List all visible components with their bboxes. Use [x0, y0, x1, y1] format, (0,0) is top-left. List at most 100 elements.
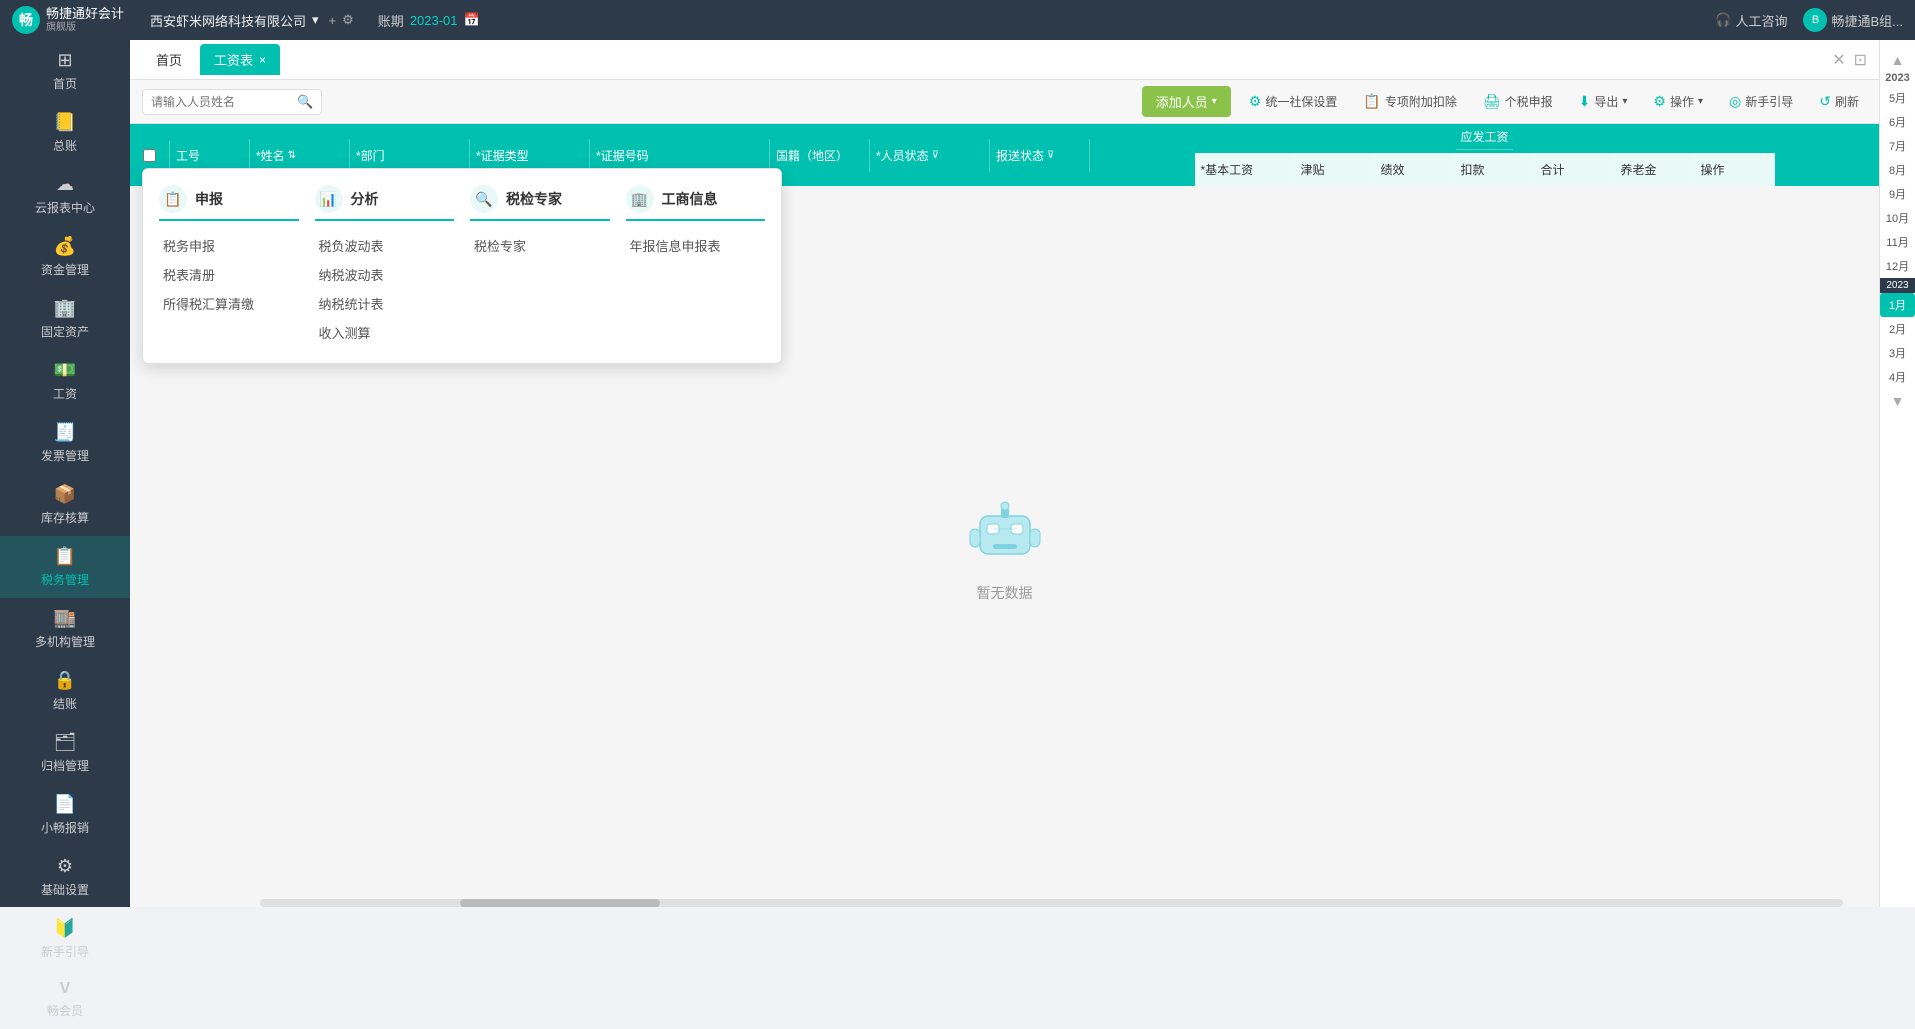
sidebar-item-multi[interactable]: 🏬 多机构管理 — [0, 598, 130, 660]
header-id: 工号 — [170, 139, 250, 172]
sub-header-op: 操作 — [1695, 153, 1775, 186]
sub-header-pension: 养老金 — [1615, 153, 1695, 186]
user-avatar[interactable]: B 畅捷通B组... — [1803, 8, 1903, 32]
panel-up-arrow[interactable]: ▲ — [1887, 48, 1909, 72]
sidebar-item-archive[interactable]: 🗂 归档管理 — [0, 722, 130, 784]
window-restore-btn[interactable]: ⊡ — [1854, 50, 1867, 70]
sidebar-item-fund[interactable]: 💰 资金管理 — [0, 226, 130, 288]
sidebar-item-guide[interactable]: 🔰 新手引导 — [0, 908, 130, 970]
search-box[interactable]: 🔍 — [142, 89, 322, 115]
menu-section-analysis: 📊 分析 税负波动表 纳税波动表 纳税统计表 收入测算 — [315, 185, 455, 347]
payroll-group-label: 应发工资 — [1456, 124, 1512, 150]
operation-icon: ⚙ — [1653, 93, 1666, 110]
sidebar-item-basic[interactable]: ⚙ 基础设置 — [0, 846, 130, 908]
right-panel: ▲ 2023 5月 6月 7月 8月 9月 10月 11月 12月 2023 1… — [1879, 40, 1915, 907]
headset-icon: 🎧 — [1715, 12, 1731, 28]
search-icon: 🔍 — [297, 94, 313, 110]
expert-icon: 🔍 — [470, 185, 498, 213]
empty-text: 暂无数据 — [977, 583, 1033, 603]
menu-item-income-calc2[interactable]: 收入测算 — [315, 318, 455, 347]
payroll-sub-headers: *基本工资 津贴 绩效 扣款 合计 养老金 操作 — [1195, 153, 1775, 186]
sort-icon[interactable]: ⇅ — [288, 150, 296, 161]
month-3[interactable]: 3月 — [1880, 341, 1915, 365]
month-7[interactable]: 7月 — [1880, 134, 1915, 158]
menu-item-tax-table[interactable]: 税表清册 — [159, 260, 299, 289]
header-idtype: *证据类型 — [470, 139, 590, 172]
select-all-checkbox[interactable] — [143, 149, 156, 162]
year-label: 2023 — [1885, 72, 1909, 84]
filter-icon[interactable]: ⊽ — [932, 150, 939, 161]
business-icon: 🏢 — [626, 185, 654, 213]
scrollbar-thumb[interactable] — [460, 899, 660, 907]
month-8[interactable]: 8月 — [1880, 158, 1915, 182]
menu-section-declaration-header: 📋 申报 — [159, 185, 299, 221]
sidebar-item-tax[interactable]: 📋 税务管理 — [0, 536, 130, 598]
menu-item-tax-expert[interactable]: 税检专家 — [470, 231, 610, 260]
month-6[interactable]: 6月 — [1880, 110, 1915, 134]
period-section: 账期 2023-01 📅 — [378, 11, 480, 30]
refresh-btn[interactable]: ↺ 刷新 — [1811, 89, 1867, 114]
social-security-btn[interactable]: ⚙ 统一社保设置 — [1241, 89, 1346, 114]
avatar-icon: B — [1803, 8, 1827, 32]
month-1[interactable]: 1月 — [1880, 293, 1915, 317]
settings-gear-icon: ⚙ — [57, 856, 73, 877]
guide-btn[interactable]: ◎ 新手引导 — [1721, 89, 1801, 114]
calendar-icon[interactable]: 📅 — [464, 12, 480, 28]
sidebar-item-ledger[interactable]: 📒 总账 — [0, 102, 130, 164]
month-12[interactable]: 12月 — [1880, 254, 1915, 278]
sidebar-item-cloud[interactable]: ☁ 云报表中心 — [0, 164, 130, 226]
tax-return-icon: 🖨 — [1483, 93, 1501, 110]
fund-icon: 💰 — [54, 236, 76, 257]
add-person-button[interactable]: 添加人员 ▾ — [1142, 86, 1231, 117]
tax-return-btn[interactable]: 🖨 个税申报 — [1475, 89, 1561, 114]
menu-item-tax-declare[interactable]: 税务申报 — [159, 231, 299, 260]
sidebar-item-inventory[interactable]: 📦 库存核算 — [0, 474, 130, 536]
menu-item-tax-burden[interactable]: 税负波动表 — [315, 231, 455, 260]
analysis-icon: 📊 — [315, 185, 343, 213]
sidebar-item-close[interactable]: 🔒 结账 — [0, 660, 130, 722]
menu-item-tax-stats[interactable]: 纳税统计表 — [315, 289, 455, 318]
window-close-btn[interactable]: ✕ — [1832, 50, 1845, 70]
horizontal-scrollbar[interactable] — [260, 899, 1843, 907]
sidebar-item-payroll[interactable]: 💵 工资 — [0, 350, 130, 412]
header-name: *姓名 ⇅ — [250, 139, 350, 172]
month-9[interactable]: 9月 — [1880, 182, 1915, 206]
operation-btn[interactable]: ⚙ 操作 ▾ — [1645, 89, 1711, 114]
month-4[interactable]: 4月 — [1880, 365, 1915, 389]
menu-item-income-calc[interactable]: 所得税汇算清缴 — [159, 289, 299, 318]
tab-payroll[interactable]: 工资表 × — [200, 44, 280, 75]
payroll-icon: 💵 — [54, 360, 76, 381]
customer-service-btn[interactable]: 🎧 人工咨询 — [1715, 11, 1787, 30]
sidebar-item-asset[interactable]: 🏢 固定资产 — [0, 288, 130, 350]
menu-item-annual-report[interactable]: 年报信息申报表 — [626, 231, 766, 260]
search-input[interactable] — [151, 95, 291, 109]
header-checkbox[interactable] — [130, 141, 170, 170]
export-arrow-icon: ▾ — [1622, 96, 1627, 107]
settings-icon[interactable]: ⚙ — [342, 12, 354, 28]
logo-icon: 畅 — [12, 6, 40, 34]
send-filter-icon[interactable]: ⊽ — [1047, 150, 1054, 161]
sidebar-item-home[interactable]: ⊞ 首页 — [0, 40, 130, 102]
month-10[interactable]: 10月 — [1880, 206, 1915, 230]
tab-bar: 首页 工资表 × ✕ ⊡ — [130, 40, 1879, 80]
month-2[interactable]: 2月 — [1880, 317, 1915, 341]
year-separator: 2023 — [1880, 278, 1915, 293]
sidebar-item-vip[interactable]: V 畅会员 — [0, 970, 130, 1029]
month-5[interactable]: 5月 — [1880, 86, 1915, 110]
sidebar-item-invoice[interactable]: 🧾 发票管理 — [0, 412, 130, 474]
tab-close-icon[interactable]: × — [259, 53, 266, 67]
export-btn[interactable]: ⬇ 导出 ▾ — [1571, 89, 1636, 114]
panel-down-arrow[interactable]: ▼ — [1887, 389, 1909, 413]
special-deduction-btn[interactable]: 📋 专项附加扣除 — [1355, 89, 1464, 114]
menu-item-tax-payment[interactable]: 纳税波动表 — [315, 260, 455, 289]
header-status: *人员状态 ⊽ — [870, 139, 990, 172]
company-selector[interactable]: 西安虾米网络科技有限公司 ▾ + ⚙ — [142, 7, 362, 34]
sidebar-item-report[interactable]: 📄 小畅报销 — [0, 784, 130, 846]
inventory-icon: 📦 — [54, 484, 76, 505]
menu-section-business: 🏢 工商信息 年报信息申报表 — [626, 185, 766, 347]
asset-icon: 🏢 — [54, 298, 76, 319]
chevron-down-icon: ▾ — [312, 12, 319, 28]
add-icon[interactable]: + — [329, 13, 337, 28]
month-11[interactable]: 11月 — [1880, 230, 1915, 254]
tab-home[interactable]: 首页 — [142, 44, 196, 75]
